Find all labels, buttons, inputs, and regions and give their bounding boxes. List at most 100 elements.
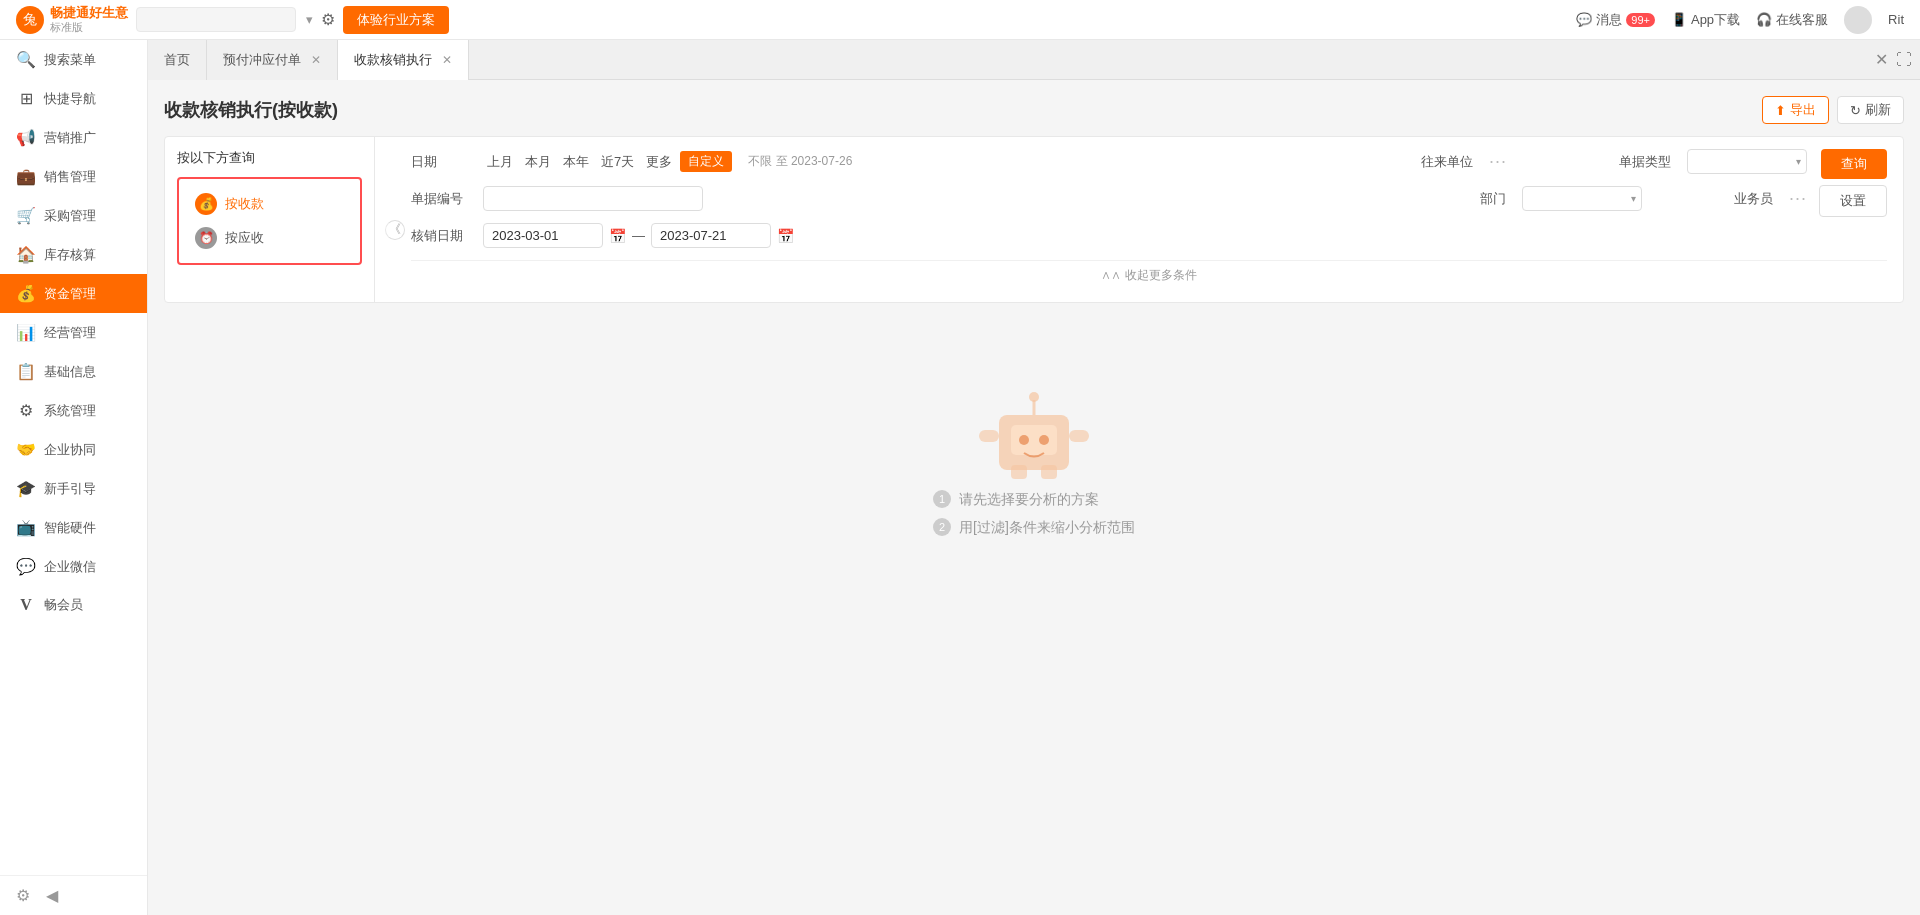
finance-icon: 💰 [16,284,36,303]
sidebar-label-guide: 新手引导 [44,480,96,498]
settings-bottom-icon[interactable]: ⚙ [16,886,30,905]
message-btn[interactable]: 💬 消息 99+ [1576,11,1655,29]
verify-date-end-cal-icon[interactable]: 📅 [777,228,794,244]
receivable-icon: ⏰ [195,227,217,249]
sidebar-item-hardware[interactable]: 📺 智能硬件 [0,508,147,547]
tab-prepay[interactable]: 预付冲应付单 ✕ [207,40,338,80]
date-this-year-btn[interactable]: 本年 [559,151,593,173]
setting-button[interactable]: 设置 [1819,185,1887,217]
expand-tab-icon[interactable]: ⛶ [1896,51,1912,69]
date-label: 日期 [411,153,467,171]
page-header: 收款核销执行(按收款) ⬆ 导出 ↻ 刷新 [164,96,1904,124]
filter-fields: 日期 上月 本月 本年 近7天 更多 自定义 [395,137,1903,302]
filter-row-1: 日期 上月 本月 本年 近7天 更多 自定义 [411,149,1807,174]
export-icon: ⬆ [1775,103,1786,118]
sidebar-item-basic-info[interactable]: 📋 基础信息 [0,352,147,391]
sidebar-label-inventory: 库存核算 [44,246,96,264]
sidebar-item-collab[interactable]: 🤝 企业协同 [0,430,147,469]
tab-receivable-verify[interactable]: 收款核销执行 ✕ [338,40,469,80]
online-service-btn[interactable]: 🎧 在线客服 [1756,11,1828,29]
sidebar-item-member[interactable]: V 畅会员 [0,586,147,624]
dept-select-wrapper: ▾ [1522,186,1642,211]
message-icon: 💬 [1576,12,1592,27]
filter-type-panel: 按以下方查询 💰 按收款 ⏰ 按应收 [165,137,375,302]
sidebar-item-finance[interactable]: 💰 资金管理 [0,274,147,313]
hardware-icon: 📺 [16,518,36,537]
svg-rect-6 [979,430,999,442]
sidebar-item-purchase[interactable]: 🛒 采购管理 [0,196,147,235]
verify-date-start-input[interactable] [483,223,603,248]
sidebar-item-search[interactable]: 🔍 搜索菜单 [0,40,147,79]
filter-section-title: 按以下方查询 [177,149,362,167]
sidebar-item-marketing[interactable]: 📢 营销推广 [0,118,147,157]
sidebar-label-purchase: 采购管理 [44,207,96,225]
sidebar-label-wechat: 企业微信 [44,558,96,576]
sidebar-item-wechat[interactable]: 💬 企业微信 [0,547,147,586]
chevron-up-icon: ∧∧ [1101,268,1121,282]
main-layout: 🔍 搜索菜单 ⊞ 快捷导航 📢 营销推广 💼 销售管理 🛒 采购管理 🏠 库存核… [0,40,1920,915]
date-last-7-btn[interactable]: 近7天 [597,151,638,173]
member-icon: V [16,596,36,614]
tab-receivable-verify-label: 收款核销执行 [354,51,432,69]
verify-date-start-cal-icon[interactable]: 📅 [609,228,626,244]
guide-icon: 🎓 [16,479,36,498]
chevron-down-icon[interactable]: ▾ [306,12,313,27]
industry-btn[interactable]: 体验行业方案 [343,6,449,34]
collapse-sidebar-icon[interactable]: ◀ [46,886,58,905]
date-custom-badge[interactable]: 自定义 [680,151,732,172]
quick-nav-icon: ⊞ [16,89,36,108]
app-name: 畅捷通好生意 [50,5,128,21]
top-bar: 兔 畅捷通好生意 标准版 ▾ ⚙ 体验行业方案 💬 消息 99+ 📱 App下载… [0,0,1920,40]
filter-action-buttons: 查询 设置 [1807,149,1887,260]
svg-rect-7 [1069,430,1089,442]
wechat-icon: 💬 [16,557,36,576]
refresh-button[interactable]: ↻ 刷新 [1837,96,1904,124]
query-button[interactable]: 查询 [1821,149,1887,179]
svg-point-2 [1019,435,1029,445]
close-tab-icon[interactable]: ✕ [1875,50,1888,69]
tab-home[interactable]: 首页 [148,40,207,80]
doc-no-label: 单据编号 [411,190,467,208]
sidebar-item-sales[interactable]: 💼 销售管理 [0,157,147,196]
doc-no-input[interactable] [483,186,703,211]
sidebar-label-hardware: 智能硬件 [44,519,96,537]
filter-row-3: 核销日期 📅 — 📅 [411,223,1807,248]
svg-point-3 [1039,435,1049,445]
empty-tip-1: 1 请先选择要分析的方案 [933,485,1135,513]
date-this-month-btn[interactable]: 本月 [521,151,555,173]
sidebar-item-operations[interactable]: 📊 经营管理 [0,313,147,352]
avatar[interactable] [1844,6,1872,34]
sidebar-label-quick-nav: 快捷导航 [44,90,96,108]
filter-type-by-receipt[interactable]: 💰 按收款 [187,187,352,221]
gear-icon[interactable]: ⚙ [321,10,335,29]
marketing-icon: 📢 [16,128,36,147]
sidebar-item-guide[interactable]: 🎓 新手引导 [0,469,147,508]
counterpart-dots[interactable]: ··· [1489,151,1507,172]
online-service-label: 在线客服 [1776,11,1828,29]
app-download-btn[interactable]: 📱 App下载 [1671,11,1740,29]
date-buttons: 上月 本月 本年 近7天 更多 自定义 [483,151,732,173]
system-icon: ⚙ [16,401,36,420]
staff-dots[interactable]: ··· [1789,188,1807,209]
verify-date-label: 核销日期 [411,227,467,245]
svg-rect-9 [1041,465,1057,479]
date-more-btn[interactable]: 更多 [642,151,676,173]
close-prepay-tab-icon[interactable]: ✕ [311,53,321,67]
sidebar-item-inventory[interactable]: 🏠 库存核算 [0,235,147,274]
tab-prepay-label: 预付冲应付单 [223,51,301,69]
sidebar-item-quick-nav[interactable]: ⊞ 快捷导航 [0,79,147,118]
app-download-icon: 📱 [1671,12,1687,27]
verify-date-end-input[interactable] [651,223,771,248]
dept-select[interactable] [1522,186,1642,211]
svg-rect-1 [1011,425,1057,455]
collapse-more-btn[interactable]: ∧∧ 收起更多条件 [411,260,1887,290]
filter-collapse-icon[interactable]: 《 [385,220,405,240]
close-receivable-tab-icon[interactable]: ✕ [442,53,452,67]
doc-type-select[interactable] [1687,149,1807,174]
content-area: 首页 预付冲应付单 ✕ 收款核销执行 ✕ ✕ ⛶ 收款核销执行(按收款) [148,40,1920,915]
sidebar-item-system[interactable]: ⚙ 系统管理 [0,391,147,430]
filter-type-by-receivable[interactable]: ⏰ 按应收 [187,221,352,255]
headset-icon: 🎧 [1756,12,1772,27]
date-prev-month-btn[interactable]: 上月 [483,151,517,173]
export-button[interactable]: ⬆ 导出 [1762,96,1829,124]
